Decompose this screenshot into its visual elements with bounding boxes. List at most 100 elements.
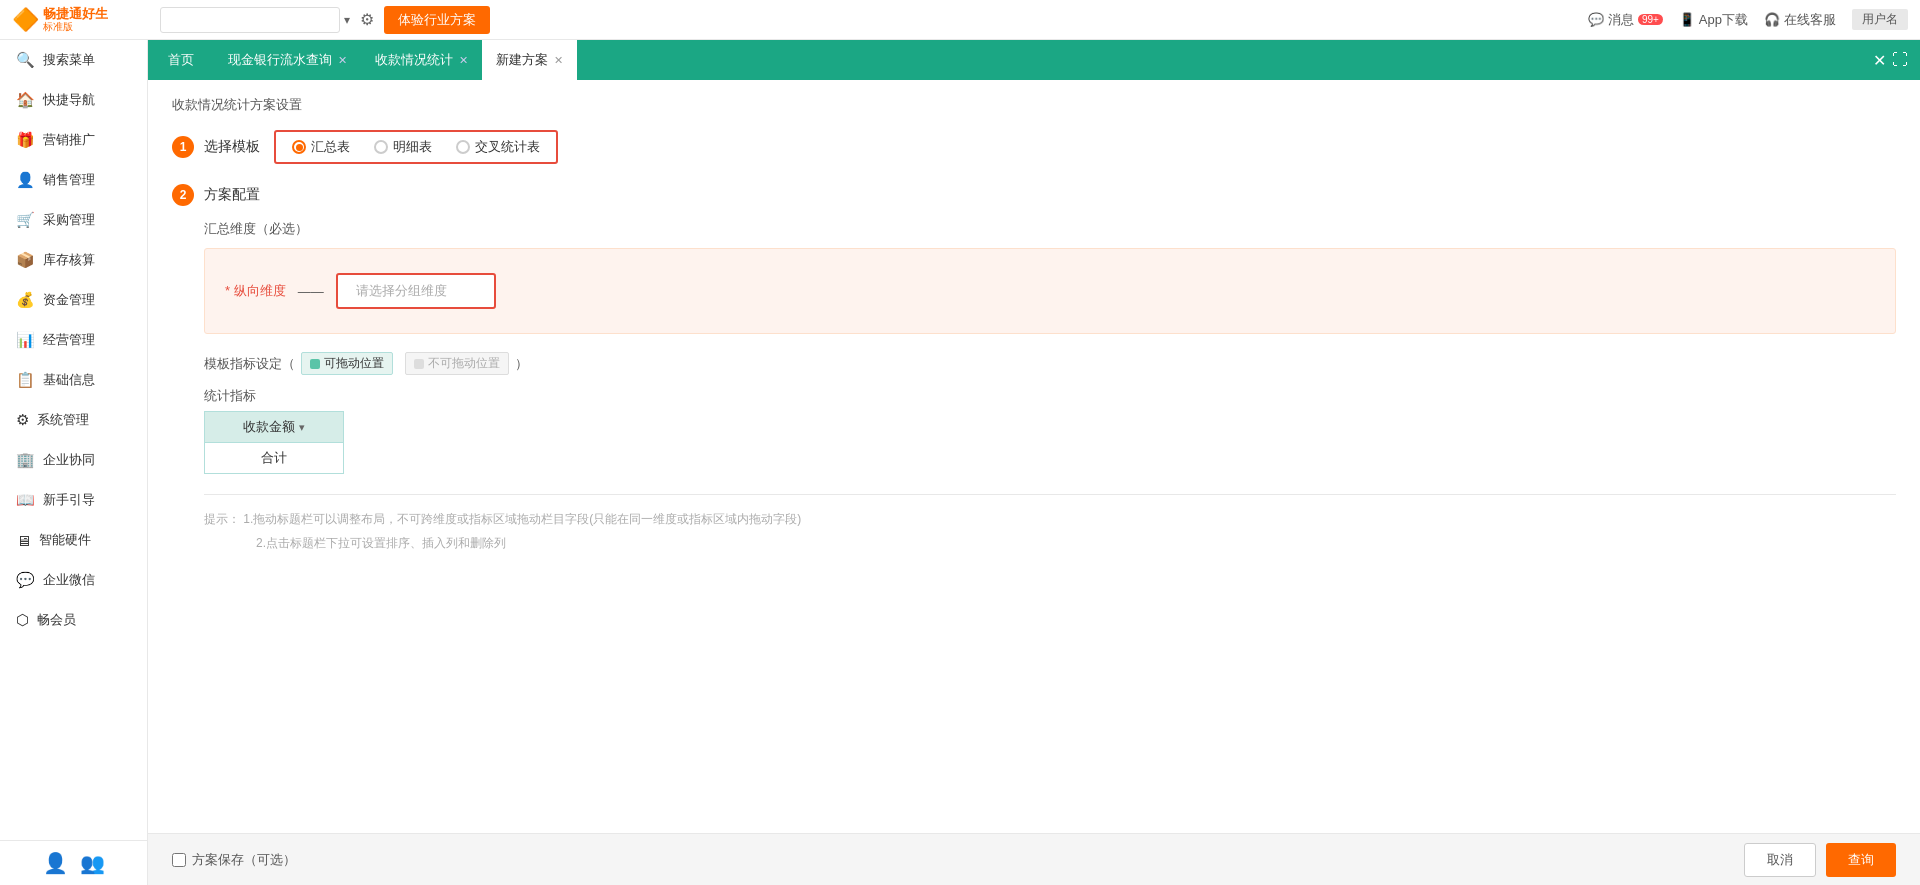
metric-settings-label: 模板指标设定（ — [204, 355, 295, 373]
basic-info-icon: 📋 — [16, 371, 35, 389]
dim-select-box[interactable]: 请选择分组维度 — [336, 273, 496, 309]
sidebar-item-smart-hw[interactable]: 🖥 智能硬件 — [0, 520, 147, 560]
username-display: 用户名 — [1852, 9, 1908, 30]
tab-new-plan[interactable]: 新建方案 ✕ — [482, 40, 577, 80]
logo-text-area: 畅捷通好生 标准版 — [43, 6, 108, 34]
service-label: 在线客服 — [1784, 11, 1836, 29]
gear-icon[interactable]: ⚙ — [360, 10, 374, 29]
step2-section: 2 方案配置 汇总维度（必选） * 纵向维度 —— 请选择分组维度 — [172, 184, 1896, 555]
logo-icon: 🔶 — [12, 7, 39, 33]
logo-area: 🔶 畅捷通好生 标准版 — [12, 6, 160, 34]
tab-close-all-button[interactable]: ✕ — [1873, 51, 1886, 70]
sidebar-group-icon[interactable]: 👥 — [80, 851, 105, 875]
sidebar-label-system: 系统管理 — [37, 411, 89, 429]
step1-title: 选择模板 — [204, 138, 260, 156]
dimension-area: * 纵向维度 —— 请选择分组维度 — [204, 248, 1896, 334]
radio-summary[interactable]: 汇总表 — [292, 138, 350, 156]
finance-icon: 💰 — [16, 291, 35, 309]
stats-row-total: 合计 — [205, 442, 343, 473]
enterprise-icon: 🏢 — [16, 451, 35, 469]
tab-receipt-stats-close[interactable]: ✕ — [459, 54, 468, 67]
sidebar-item-quick-nav[interactable]: 🏠 快捷导航 — [0, 80, 147, 120]
header: 🔶 畅捷通好生 标准版 ▾ ⚙ 体验行业方案 💬 消息 99+ 📱 App下载 … — [0, 0, 1920, 40]
radio-group: 汇总表 明细表 交叉统计表 — [274, 130, 558, 164]
service-area[interactable]: 🎧 在线客服 — [1764, 11, 1836, 29]
sidebar-bottom-area: 👤 👥 — [0, 840, 147, 885]
stats-col-dropdown-icon[interactable]: ▾ — [299, 421, 305, 434]
sidebar-label-basic-info: 基础信息 — [43, 371, 95, 389]
dim-sub-title: 汇总维度（必选） — [204, 220, 1896, 238]
tab-new-plan-close[interactable]: ✕ — [554, 54, 563, 67]
sidebar-item-operations[interactable]: 📊 经营管理 — [0, 320, 147, 360]
tab-home[interactable]: 首页 — [148, 40, 214, 80]
step2-header: 2 方案配置 — [172, 184, 1896, 206]
sidebar-item-wechat[interactable]: 💬 企业微信 — [0, 560, 147, 600]
tab-bank-flow-label: 现金银行流水查询 — [228, 51, 332, 69]
search-dropdown-icon[interactable]: ▾ — [344, 13, 350, 27]
sidebar-item-basic-info[interactable]: 📋 基础信息 — [0, 360, 147, 400]
inventory-icon: 📦 — [16, 251, 35, 269]
sidebar-label-marketing: 营销推广 — [43, 131, 95, 149]
tips-section: 提示： 1.拖动标题栏可以调整布局，不可跨维度或指标区域拖动栏目字段(只能在同一… — [204, 507, 1896, 555]
footer: 方案保存（可选） 取消 查询 — [148, 833, 1920, 885]
step1-header: 1 选择模板 汇总表 明细表 — [172, 130, 1896, 164]
dim-arrow: —— — [298, 284, 324, 299]
sidebar-item-search-menu[interactable]: 🔍 搜索菜单 — [0, 40, 147, 80]
sidebar-label-wechat: 企业微信 — [43, 571, 95, 589]
purchase-icon: 🛒 — [16, 211, 35, 229]
sidebar-item-guide[interactable]: 📖 新手引导 — [0, 480, 147, 520]
sidebar-item-enterprise[interactable]: 🏢 企业协同 — [0, 440, 147, 480]
query-button[interactable]: 查询 — [1826, 843, 1896, 877]
main-container: 🔍 搜索菜单 🏠 快捷导航 🎁 营销推广 👤 销售管理 🛒 采购管理 📦 库存核… — [0, 40, 1920, 885]
sidebar-item-sales[interactable]: 👤 销售管理 — [0, 160, 147, 200]
operations-icon: 📊 — [16, 331, 35, 349]
radio-detail-label: 明细表 — [393, 138, 432, 156]
system-icon: ⚙ — [16, 411, 29, 429]
sidebar-item-system[interactable]: ⚙ 系统管理 — [0, 400, 147, 440]
step2-number: 2 — [172, 184, 194, 206]
wechat-icon: 💬 — [16, 571, 35, 589]
logo-sub-text: 标准版 — [43, 21, 108, 33]
radio-cross[interactable]: 交叉统计表 — [456, 138, 540, 156]
tip1: 提示： 1.拖动标题栏可以调整布局，不可跨维度或指标区域拖动栏目字段(只能在同一… — [204, 507, 1896, 531]
header-search-input[interactable] — [160, 7, 340, 33]
sidebar-item-purchase[interactable]: 🛒 采购管理 — [0, 200, 147, 240]
step1-number: 1 — [172, 136, 194, 158]
tab-bar: 首页 现金银行流水查询 ✕ 收款情况统计 ✕ 新建方案 ✕ ✕ ⛶ — [148, 40, 1920, 80]
stats-col-header[interactable]: 收款金额 ▾ — [205, 412, 343, 442]
step2-title: 方案配置 — [204, 186, 260, 204]
radio-detail[interactable]: 明细表 — [374, 138, 432, 156]
message-icon: 💬 — [1588, 12, 1604, 27]
sidebar-label-operations: 经营管理 — [43, 331, 95, 349]
stats-section-label: 统计指标 — [204, 387, 1896, 405]
service-icon: 🎧 — [1764, 12, 1780, 27]
sidebar-label-guide: 新手引导 — [43, 491, 95, 509]
cancel-button[interactable]: 取消 — [1744, 843, 1816, 877]
sidebar-label-smart-hw: 智能硬件 — [39, 531, 91, 549]
sidebar-item-finance[interactable]: 💰 资金管理 — [0, 280, 147, 320]
step1-section: 1 选择模板 汇总表 明细表 — [172, 130, 1896, 164]
sidebar: 🔍 搜索菜单 🏠 快捷导航 🎁 营销推广 👤 销售管理 🛒 采购管理 📦 库存核… — [0, 40, 148, 885]
tab-receipt-stats-label: 收款情况统计 — [375, 51, 453, 69]
tab-bank-flow-close[interactable]: ✕ — [338, 54, 347, 67]
sidebar-label-sales: 销售管理 — [43, 171, 95, 189]
download-label: App下载 — [1699, 11, 1748, 29]
smart-hw-icon: 🖥 — [16, 532, 31, 549]
sidebar-item-inventory[interactable]: 📦 库存核算 — [0, 240, 147, 280]
tab-receipt-stats[interactable]: 收款情况统计 ✕ — [361, 40, 482, 80]
save-option-checkbox-area[interactable]: 方案保存（可选） — [172, 851, 296, 869]
sidebar-label-search-menu: 搜索菜单 — [43, 51, 95, 69]
sidebar-label-purchase: 采购管理 — [43, 211, 95, 229]
sales-icon: 👤 — [16, 171, 35, 189]
download-area[interactable]: 📱 App下载 — [1679, 11, 1748, 29]
save-option-checkbox[interactable] — [172, 853, 186, 867]
tab-expand-button[interactable]: ⛶ — [1892, 51, 1908, 69]
tab-bank-flow[interactable]: 现金银行流水查询 ✕ — [214, 40, 361, 80]
sidebar-item-member[interactable]: ⬡ 畅会员 — [0, 600, 147, 640]
sidebar-user-icon[interactable]: 👤 — [43, 851, 68, 875]
sidebar-item-marketing[interactable]: 🎁 营销推广 — [0, 120, 147, 160]
member-icon: ⬡ — [16, 611, 29, 629]
vertical-dim-label: * 纵向维度 — [225, 282, 286, 300]
message-area[interactable]: 💬 消息 99+ — [1588, 11, 1663, 29]
trial-button[interactable]: 体验行业方案 — [384, 6, 490, 34]
